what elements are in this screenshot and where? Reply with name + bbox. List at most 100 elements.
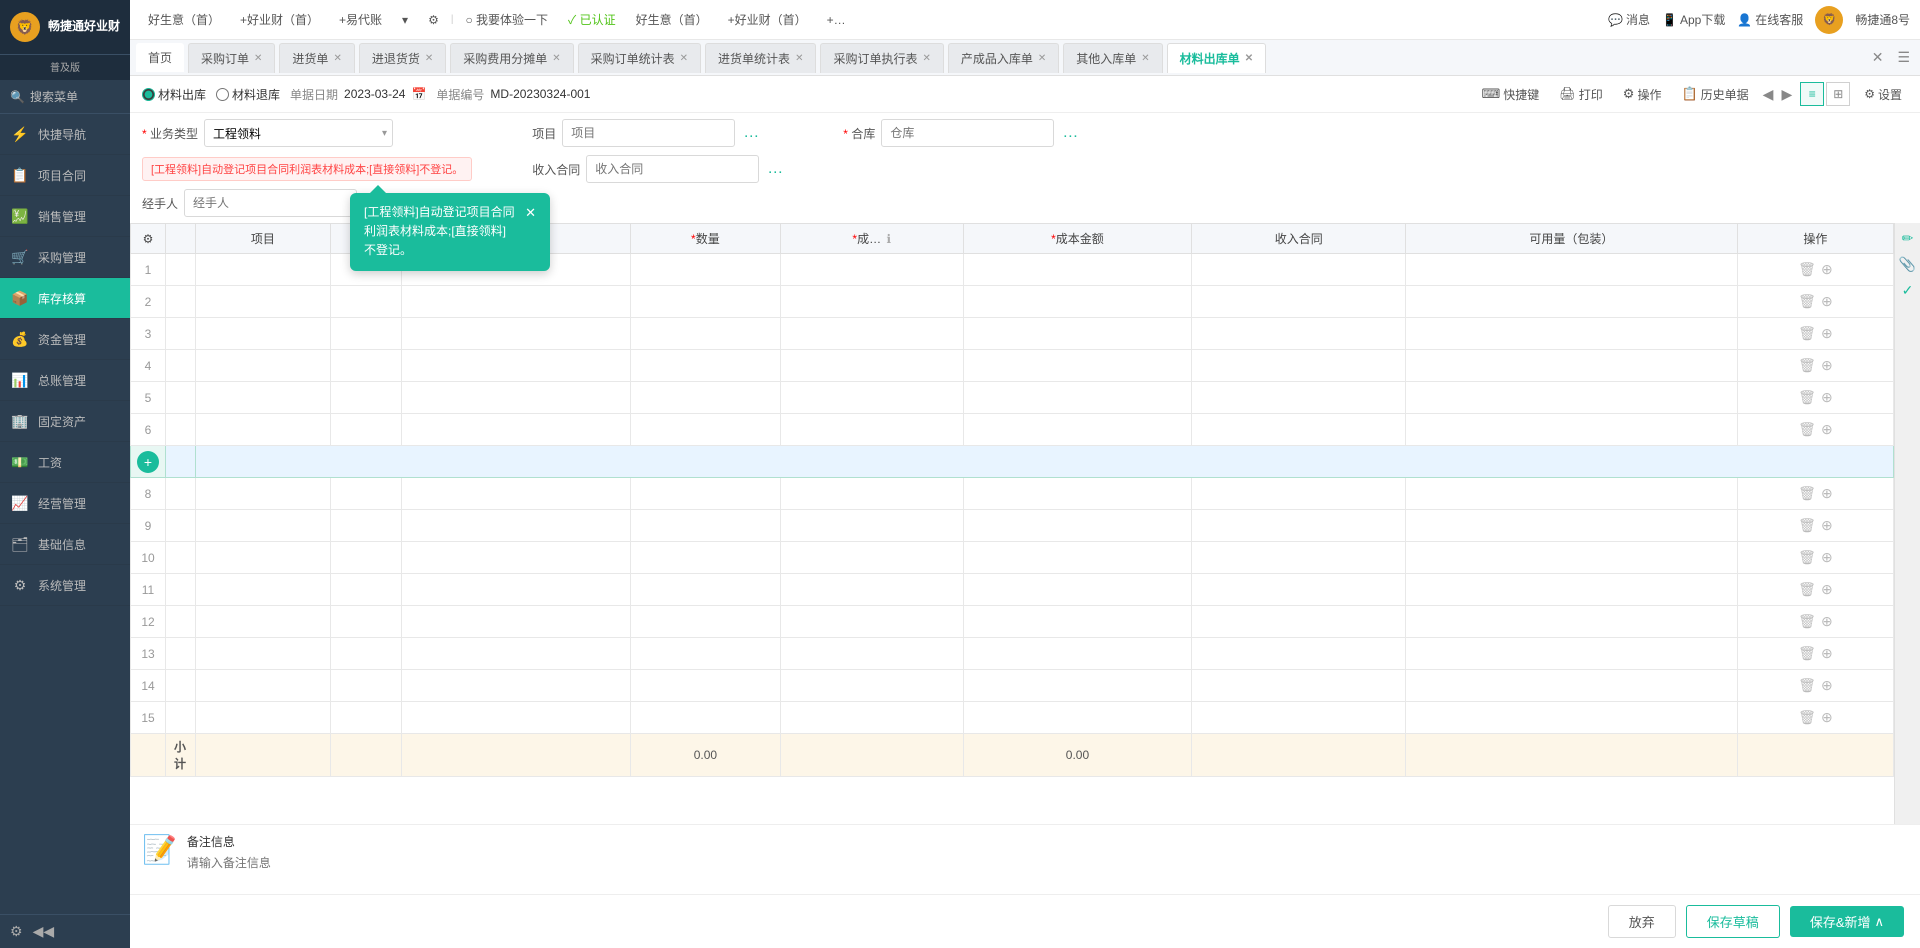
cell[interactable] xyxy=(401,414,630,446)
tab-finished-goods[interactable]: 产成品入库单 ✕ xyxy=(948,43,1059,73)
radio-material-return[interactable]: 材料退库 xyxy=(216,86,280,103)
cell[interactable] xyxy=(963,254,1192,286)
cell[interactable] xyxy=(1406,414,1738,446)
sidebar-item-assets[interactable]: 🏢 固定资产 xyxy=(0,401,130,442)
cell[interactable] xyxy=(330,286,401,318)
cell[interactable] xyxy=(166,286,196,318)
cell[interactable] xyxy=(780,638,963,670)
right-panel-note-btn[interactable]: 📎 xyxy=(1897,253,1919,275)
cell[interactable] xyxy=(1192,478,1406,510)
cell[interactable] xyxy=(963,702,1192,734)
cell[interactable] xyxy=(166,542,196,574)
cell[interactable] xyxy=(780,670,963,702)
date-value[interactable]: 2023-03-24 xyxy=(344,87,405,101)
copy-icon[interactable]: ⊕ xyxy=(1821,293,1833,310)
cell[interactable] xyxy=(780,286,963,318)
cell[interactable] xyxy=(1406,286,1738,318)
cell[interactable] xyxy=(1192,670,1406,702)
top-bar-online-service[interactable]: 👤 在线客服 xyxy=(1737,11,1803,28)
delete-icon[interactable]: 🗑 xyxy=(1798,293,1816,310)
cell[interactable] xyxy=(196,542,331,574)
cell[interactable] xyxy=(196,606,331,638)
business-type-input[interactable] xyxy=(204,119,393,147)
cell[interactable] xyxy=(963,478,1192,510)
cell[interactable] xyxy=(963,318,1192,350)
tab-material-issue[interactable]: 材料出库单 ✕ xyxy=(1167,43,1266,73)
order-value[interactable]: MD-20230324-001 xyxy=(490,87,590,101)
radio-material-return-input[interactable] xyxy=(216,88,229,101)
project-input[interactable] xyxy=(562,119,735,147)
view-list-btn[interactable]: ≡ xyxy=(1800,82,1824,106)
cell[interactable] xyxy=(630,606,780,638)
cell[interactable] xyxy=(401,702,630,734)
cell[interactable] xyxy=(630,382,780,414)
cost-info-icon[interactable]: ℹ xyxy=(886,232,891,246)
tab-return[interactable]: 进退货货 ✕ xyxy=(359,43,446,73)
sidebar-item-salary[interactable]: 💵 工资 xyxy=(0,442,130,483)
delete-icon[interactable]: 🗑 xyxy=(1798,485,1816,502)
cell[interactable] xyxy=(1192,574,1406,606)
cell[interactable] xyxy=(780,542,963,574)
tab-po-stats[interactable]: 采购订单统计表 ✕ xyxy=(578,43,701,73)
cell[interactable] xyxy=(630,254,780,286)
cell[interactable] xyxy=(196,702,331,734)
sidebar-item-project[interactable]: 📋 项目合同 xyxy=(0,155,130,196)
tab-other-receipt-close[interactable]: ✕ xyxy=(1141,53,1149,64)
tab-purchase-order[interactable]: 采购订单 ✕ xyxy=(188,43,275,73)
handler-input[interactable] xyxy=(184,189,357,217)
cell[interactable] xyxy=(1406,670,1738,702)
cell[interactable] xyxy=(401,638,630,670)
copy-icon[interactable]: ⊕ xyxy=(1821,389,1833,406)
delete-icon[interactable]: 🗑 xyxy=(1798,261,1816,278)
cell[interactable] xyxy=(196,382,331,414)
cell[interactable] xyxy=(330,350,401,382)
delete-icon[interactable]: 🗑 xyxy=(1798,325,1816,342)
radio-material-issue[interactable]: 材料出库 xyxy=(142,86,206,103)
data-table-wrapper[interactable]: ⚙ 项目 * *库存单位 *数量 *成… ℹ *成本金额 xyxy=(130,223,1894,824)
cell[interactable] xyxy=(166,478,196,510)
cell[interactable] xyxy=(166,606,196,638)
copy-icon[interactable]: ⊕ xyxy=(1821,677,1833,694)
tab-po-stats-close[interactable]: ✕ xyxy=(680,53,688,64)
history-doc-btn[interactable]: 📋 历史单据 xyxy=(1675,83,1754,106)
cell[interactable] xyxy=(1406,350,1738,382)
cell[interactable] xyxy=(330,382,401,414)
cell[interactable] xyxy=(630,414,780,446)
cell[interactable] xyxy=(166,574,196,606)
cell[interactable] xyxy=(963,670,1192,702)
cell[interactable] xyxy=(1406,510,1738,542)
cell[interactable] xyxy=(780,382,963,414)
cell[interactable] xyxy=(330,638,401,670)
copy-icon[interactable]: ⊕ xyxy=(1821,709,1833,726)
cell[interactable] xyxy=(963,542,1192,574)
notes-input[interactable] xyxy=(187,854,1908,882)
add-row-btn[interactable]: + xyxy=(137,451,159,473)
settings-btn[interactable]: ⚙ 设置 xyxy=(1858,83,1908,106)
view-grid-btn[interactable]: ⊞ xyxy=(1826,82,1850,106)
cell[interactable] xyxy=(1406,318,1738,350)
cell[interactable] xyxy=(1192,510,1406,542)
cell[interactable] xyxy=(196,414,331,446)
sidebar-item-inventory[interactable]: 📦 库存核算 xyxy=(0,278,130,319)
tab-material-issue-close[interactable]: ✕ xyxy=(1245,53,1253,64)
cell[interactable] xyxy=(780,702,963,734)
sidebar-item-purchase[interactable]: 🛒 采购管理 xyxy=(0,237,130,278)
warehouse-input[interactable] xyxy=(881,119,1054,147)
delete-icon[interactable]: 🗑 xyxy=(1798,517,1816,534)
cell[interactable] xyxy=(401,286,630,318)
top-nav-good-wealth2[interactable]: +好业财（首） xyxy=(720,8,815,31)
cell[interactable] xyxy=(166,350,196,382)
user-name[interactable]: 畅捷通8号 xyxy=(1855,11,1910,28)
cell[interactable] xyxy=(780,254,963,286)
cell[interactable] xyxy=(196,318,331,350)
delete-icon[interactable]: 🗑 xyxy=(1798,709,1816,726)
cell[interactable] xyxy=(1192,318,1406,350)
cell[interactable] xyxy=(196,286,331,318)
save-draft-button[interactable]: 保存草稿 xyxy=(1686,905,1780,938)
cell[interactable] xyxy=(330,542,401,574)
income-contract-input[interactable] xyxy=(586,155,759,183)
cell[interactable] xyxy=(401,606,630,638)
project-dots[interactable]: … xyxy=(743,124,759,142)
cell[interactable] xyxy=(401,510,630,542)
copy-icon[interactable]: ⊕ xyxy=(1821,325,1833,342)
